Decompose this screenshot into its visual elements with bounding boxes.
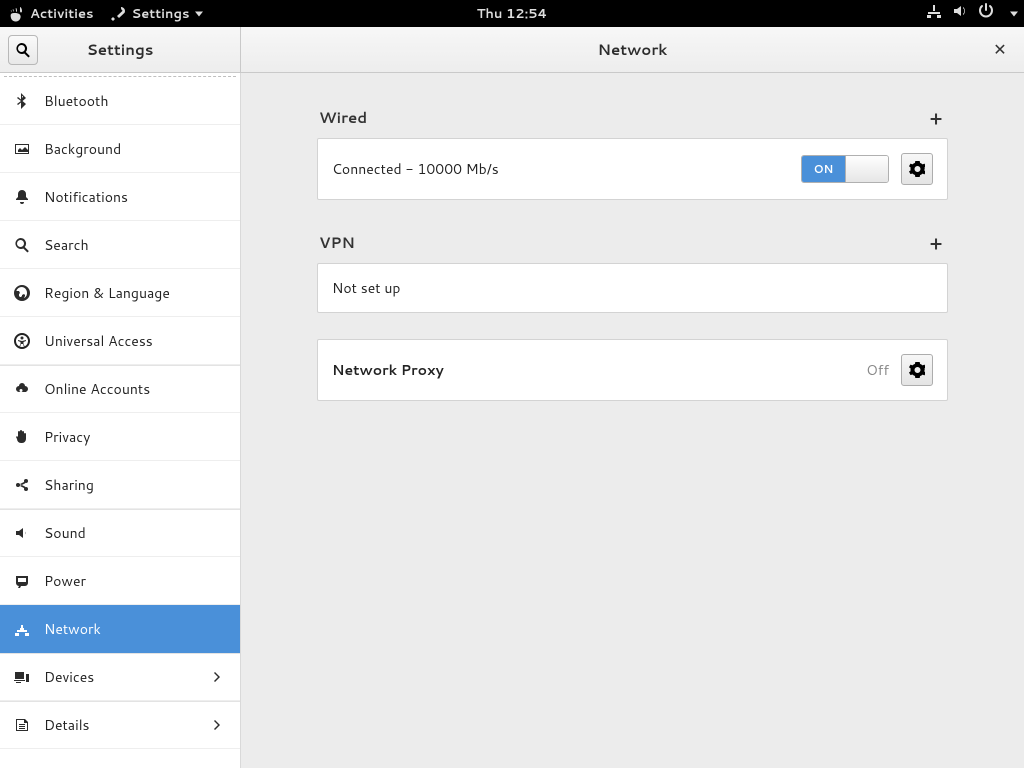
sidebar-item-power[interactable]: Power — [0, 557, 240, 605]
sidebar-item-search[interactable]: Search — [0, 221, 240, 269]
proxy-settings-button[interactable] — [901, 354, 933, 386]
sidebar-item-label: Sharing — [44, 475, 226, 495]
chevron-right-icon — [210, 669, 226, 685]
add-wired-button[interactable]: + — [926, 108, 946, 128]
search-icon — [14, 237, 30, 253]
sidebar-item-details[interactable]: Details — [0, 701, 240, 749]
globe-icon — [14, 285, 30, 301]
cloud-key-icon — [14, 381, 30, 397]
sidebar-item-label: Details — [44, 715, 196, 735]
chevron-right-icon — [210, 717, 226, 733]
details-icon — [14, 717, 30, 733]
sidebar-item-network[interactable]: Network — [0, 605, 240, 653]
sidebar-item-label: Search — [44, 235, 226, 255]
sidebar-item-label: Privacy — [44, 427, 226, 447]
vpn-row: Not set up — [318, 264, 947, 312]
power-indicator-icon[interactable] — [978, 3, 994, 24]
app-menu-label: Settings — [132, 5, 190, 23]
switch-knob — [845, 156, 888, 182]
proxy-panel: Network Proxy Off — [317, 339, 948, 401]
vpn-panel: Not set up — [317, 263, 948, 313]
wired-panel: Connected - 10000 Mb/s ON — [317, 138, 948, 200]
plus-icon: + — [930, 105, 942, 131]
volume-indicator-icon[interactable] — [952, 3, 968, 24]
accessibility-icon — [14, 333, 30, 349]
network-icon — [14, 621, 30, 637]
background-icon — [14, 141, 30, 157]
headerbar: Settings Network ✕ — [0, 27, 1024, 73]
wired-toggle[interactable]: ON — [801, 155, 889, 183]
add-vpn-button[interactable]: + — [926, 233, 946, 253]
close-button[interactable]: ✕ — [988, 38, 1012, 62]
sidebar-item-devices[interactable]: Devices — [0, 653, 240, 701]
headerbar-sidebar: Settings — [0, 27, 241, 72]
sidebar-item-label: Power — [44, 571, 226, 591]
sidebar-item-universal[interactable]: Universal Access — [0, 317, 240, 365]
wrench-icon — [110, 6, 126, 22]
chevron-down-icon — [195, 5, 203, 23]
app-menu[interactable]: Settings — [102, 0, 212, 27]
system-menu-chevron-icon[interactable] — [1010, 5, 1018, 23]
gear-icon — [909, 161, 925, 177]
hand-icon — [14, 429, 30, 445]
sidebar-item-label: Notifications — [44, 187, 226, 207]
sidebar-item-label: Universal Access — [44, 331, 226, 351]
network-page: Wired + Connected - 10000 Mb/s ON — [241, 73, 1024, 768]
activities-button[interactable]: Activities — [0, 0, 102, 27]
sidebar-item-sound[interactable]: Sound — [0, 509, 240, 557]
sidebar-item-label: Region & Language — [44, 283, 226, 303]
power-icon — [14, 573, 30, 589]
bell-icon — [14, 189, 30, 205]
sidebar-item-label: Sound — [44, 523, 226, 543]
settings-window: Settings Network ✕ Bluetooth Background No… — [0, 27, 1024, 768]
gnome-top-panel: Activities Settings Thu 12:54 — [0, 0, 1024, 27]
sidebar-item-background[interactable]: Background — [0, 125, 240, 173]
speaker-icon — [14, 525, 30, 541]
activities-label: Activities — [30, 5, 94, 23]
network-indicator-icon[interactable] — [926, 3, 942, 24]
vpn-heading: VPN — [319, 232, 355, 253]
devices-icon — [14, 669, 30, 685]
sidebar-item-bluetooth[interactable]: Bluetooth — [0, 77, 240, 125]
proxy-row: Network Proxy Off — [318, 340, 947, 400]
wired-section-header: Wired + — [317, 107, 948, 138]
proxy-title: Network Proxy — [332, 360, 866, 380]
sidebar-item-notifications[interactable]: Notifications — [0, 173, 240, 221]
headerbar-content: Network ✕ — [241, 27, 1024, 72]
sidebar-item-privacy[interactable]: Privacy — [0, 413, 240, 461]
sidebar-item-label: Background — [44, 139, 226, 159]
plus-icon: + — [930, 230, 942, 256]
page-title: Network — [241, 39, 1024, 60]
clock[interactable]: Thu 12:54 — [469, 0, 556, 27]
wired-settings-button[interactable] — [901, 153, 933, 185]
sidebar-item-sharing[interactable]: Sharing — [0, 461, 240, 509]
close-icon: ✕ — [993, 38, 1006, 61]
sidebar: Bluetooth Background Notifications Search Re… — [0, 73, 241, 768]
bluetooth-icon — [14, 93, 30, 109]
sidebar-item-label: Online Accounts — [44, 379, 226, 399]
proxy-status: Off — [866, 360, 889, 380]
gnome-logo-icon — [8, 6, 24, 22]
wired-status: Connected - 10000 Mb/s — [332, 159, 801, 179]
search-button[interactable] — [8, 35, 38, 65]
sidebar-item-label: Devices — [44, 667, 196, 687]
sidebar-item-label: Network — [44, 619, 226, 639]
share-icon — [14, 477, 30, 493]
vpn-status: Not set up — [332, 278, 933, 298]
clock-label: Thu 12:54 — [477, 5, 548, 23]
wired-heading: Wired — [319, 107, 367, 128]
switch-on-label: ON — [802, 156, 845, 182]
gear-icon — [909, 362, 925, 378]
sidebar-item-label: Bluetooth — [44, 91, 226, 111]
vpn-section-header: VPN + — [317, 232, 948, 263]
search-icon — [15, 42, 31, 58]
sidebar-item-online[interactable]: Online Accounts — [0, 365, 240, 413]
sidebar-item-region[interactable]: Region & Language — [0, 269, 240, 317]
wired-connection-row: Connected - 10000 Mb/s ON — [318, 139, 947, 199]
